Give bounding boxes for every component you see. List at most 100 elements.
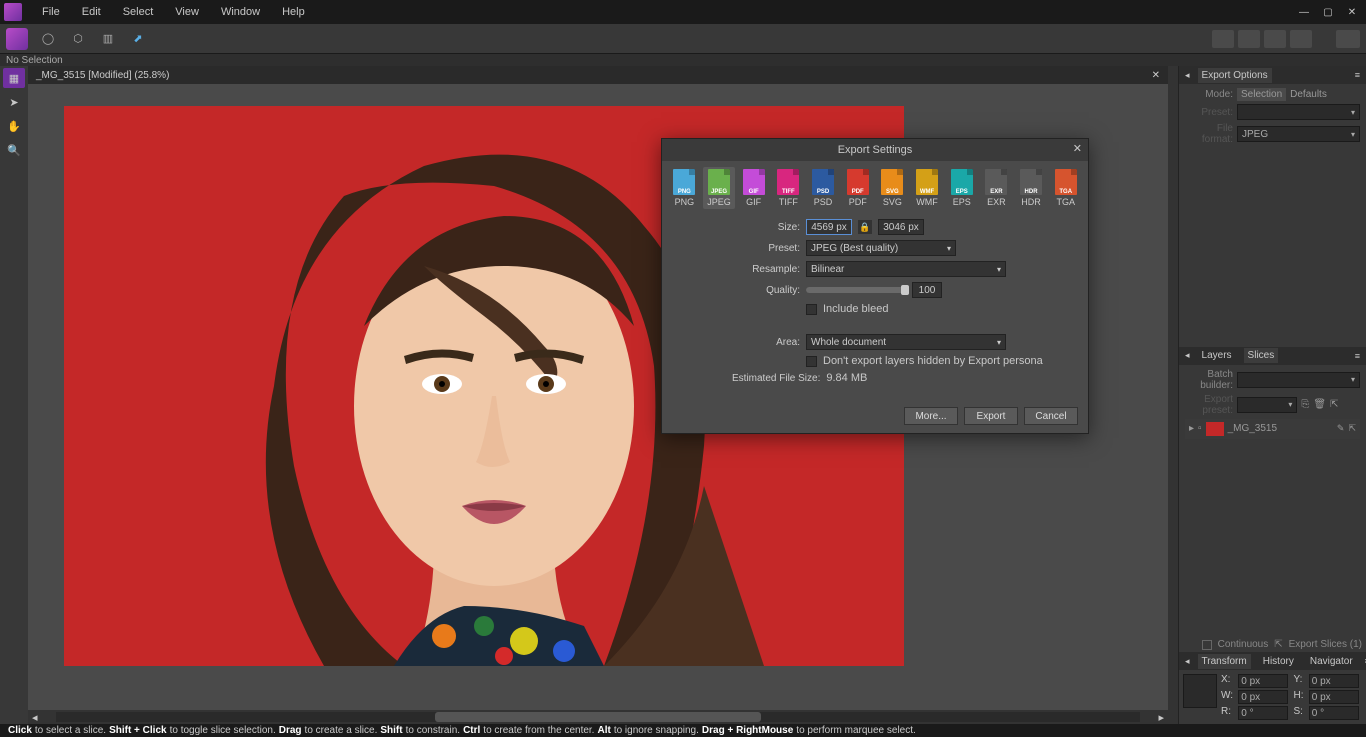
prefs-button[interactable]	[1290, 30, 1312, 48]
hint-drag: Drag	[279, 725, 302, 736]
format-svg-label: SVG	[883, 197, 902, 207]
document-tab-close[interactable]: ✕	[1152, 70, 1160, 81]
layers-menu-icon[interactable]: ≡	[1355, 351, 1360, 361]
export-button[interactable]: Export	[964, 407, 1018, 425]
batch-combo[interactable]	[1237, 372, 1360, 388]
more-button[interactable]: More...	[904, 407, 958, 425]
slice-row[interactable]: ▸ ▫ _MG_3515 ✎ ⇱	[1185, 419, 1360, 439]
menu-help[interactable]: Help	[272, 2, 315, 22]
liquify-icon[interactable]: ⬡	[68, 29, 88, 49]
resample-combo[interactable]: Bilinear	[806, 261, 1006, 277]
h-input[interactable]	[1309, 690, 1359, 704]
help-button[interactable]	[1264, 30, 1286, 48]
format-pdf[interactable]: PDFPDF	[841, 167, 874, 209]
menu-window[interactable]: Window	[211, 2, 270, 22]
s-input[interactable]	[1309, 706, 1359, 720]
export-slice-icon[interactable]: ⇱	[1348, 423, 1356, 434]
format-hdr[interactable]: HDRHDR	[1015, 167, 1048, 209]
format-hdr-icon: HDR	[1020, 169, 1042, 195]
format-jpeg[interactable]: JPEGJPEG	[703, 167, 736, 209]
transform-tab[interactable]: Transform	[1198, 654, 1251, 669]
continuous-checkbox[interactable]	[1202, 640, 1212, 650]
format-tiff[interactable]: TIFFTIFF	[772, 167, 805, 209]
preset-combo[interactable]	[1237, 104, 1360, 120]
dont-export-label: Don't export layers hidden by Export per…	[823, 355, 1043, 367]
export-persona-icon[interactable]: ⬈	[128, 29, 148, 49]
quality-slider[interactable]	[806, 287, 906, 293]
hand-tool[interactable]: ✋	[3, 116, 25, 136]
cancel-button[interactable]: Cancel	[1024, 407, 1078, 425]
mode-defaults-tab[interactable]: Defaults	[1290, 89, 1327, 100]
area-label: Area:	[672, 337, 800, 348]
hint-shiftclick: Shift + Click	[109, 725, 167, 736]
quality-input[interactable]	[912, 282, 942, 298]
format-wmf-icon: WMF	[916, 169, 938, 195]
format-psd-label: PSD	[814, 197, 833, 207]
layers-tab[interactable]: Layers	[1198, 348, 1236, 363]
dialog-titlebar[interactable]: Export Settings ✕	[662, 139, 1088, 161]
export-icon[interactable]: ⇱	[1330, 399, 1338, 410]
x-input[interactable]	[1238, 674, 1288, 688]
slice-tool[interactable]: ▦	[3, 68, 25, 88]
area-combo[interactable]: Whole document	[806, 334, 1006, 350]
export-options-tab[interactable]: Export Options	[1198, 68, 1272, 83]
minimize-button[interactable]: —	[1294, 3, 1314, 21]
format-png[interactable]: PNG PNG	[668, 167, 701, 209]
arrow-tool[interactable]: ➤	[3, 92, 25, 112]
hint-ctrl: Ctrl	[463, 725, 480, 736]
format-gif[interactable]: GIFGIF	[737, 167, 770, 209]
menu-select[interactable]: Select	[113, 2, 164, 22]
develop-icon[interactable]: ◯	[38, 29, 58, 49]
format-png-icon: PNG	[673, 169, 695, 195]
mode-selection-tab[interactable]: Selection	[1237, 88, 1286, 101]
document-tab[interactable]: _MG_3515 [Modified] (25.8%) ✕	[28, 66, 1168, 84]
dont-export-checkbox[interactable]	[806, 356, 817, 367]
history-tab[interactable]: History	[1259, 654, 1298, 669]
format-wmf[interactable]: WMFWMF	[911, 167, 944, 209]
format-eps[interactable]: EPSEPS	[945, 167, 978, 209]
format-svg[interactable]: SVGSVG	[876, 167, 909, 209]
edit-icon[interactable]: ✎	[1337, 423, 1345, 434]
disclosure-icon[interactable]: ▸	[1189, 423, 1194, 434]
anchor-preview[interactable]	[1183, 674, 1217, 708]
horizontal-scrollbar[interactable]: ◂ ▸	[28, 710, 1168, 724]
hamburger-button[interactable]	[1336, 30, 1360, 48]
format-exr[interactable]: EXREXR	[980, 167, 1013, 209]
width-input[interactable]	[806, 219, 852, 235]
dialog-close-button[interactable]: ✕	[1073, 142, 1082, 155]
menu-view[interactable]: View	[165, 2, 209, 22]
preset-label-dlg: Preset:	[672, 243, 800, 254]
copy-icon[interactable]: ⎘	[1301, 399, 1309, 410]
zoom-tool[interactable]: 🔍	[3, 140, 25, 160]
export-slices-label[interactable]: Export Slices (1)	[1289, 639, 1362, 650]
menu-file[interactable]: File	[32, 2, 70, 22]
slices-tab[interactable]: Slices	[1244, 348, 1279, 363]
navigator-tab[interactable]: Navigator	[1306, 654, 1357, 669]
y-input[interactable]	[1309, 674, 1359, 688]
maximize-button[interactable]: ▢	[1318, 3, 1338, 21]
panel-menu-icon[interactable]: ≡	[1355, 70, 1360, 80]
close-button[interactable]: ✕	[1342, 3, 1362, 21]
page-icon: ▫	[1198, 423, 1202, 434]
menu-edit[interactable]: Edit	[72, 2, 111, 22]
bleed-checkbox[interactable]	[806, 304, 817, 315]
statusbar: Click to select a slice. Shift + Click t…	[0, 724, 1366, 737]
trash-icon[interactable]: 🗑	[1313, 399, 1326, 410]
batch-label: Batch builder:	[1185, 369, 1233, 391]
export-preset-combo[interactable]	[1237, 397, 1297, 413]
persona-icon[interactable]	[6, 28, 28, 50]
r-input[interactable]	[1238, 706, 1288, 720]
format-combo[interactable]: JPEG	[1237, 126, 1360, 142]
tone-map-icon[interactable]: ▥	[98, 29, 118, 49]
format-tga[interactable]: TGATGA	[1049, 167, 1082, 209]
cloud-button[interactable]	[1238, 30, 1260, 48]
height-input[interactable]	[878, 219, 924, 235]
w-input[interactable]	[1238, 690, 1288, 704]
vertical-scrollbar[interactable]	[1168, 66, 1178, 724]
account-button[interactable]	[1212, 30, 1234, 48]
format-psd[interactable]: PSDPSD	[807, 167, 840, 209]
preset-combo-dlg[interactable]: JPEG (Best quality)	[806, 240, 956, 256]
export-slices-icon[interactable]: ⇱	[1274, 639, 1282, 650]
format-png-label: PNG	[675, 197, 695, 207]
lock-aspect-icon[interactable]: 🔒	[858, 220, 872, 234]
